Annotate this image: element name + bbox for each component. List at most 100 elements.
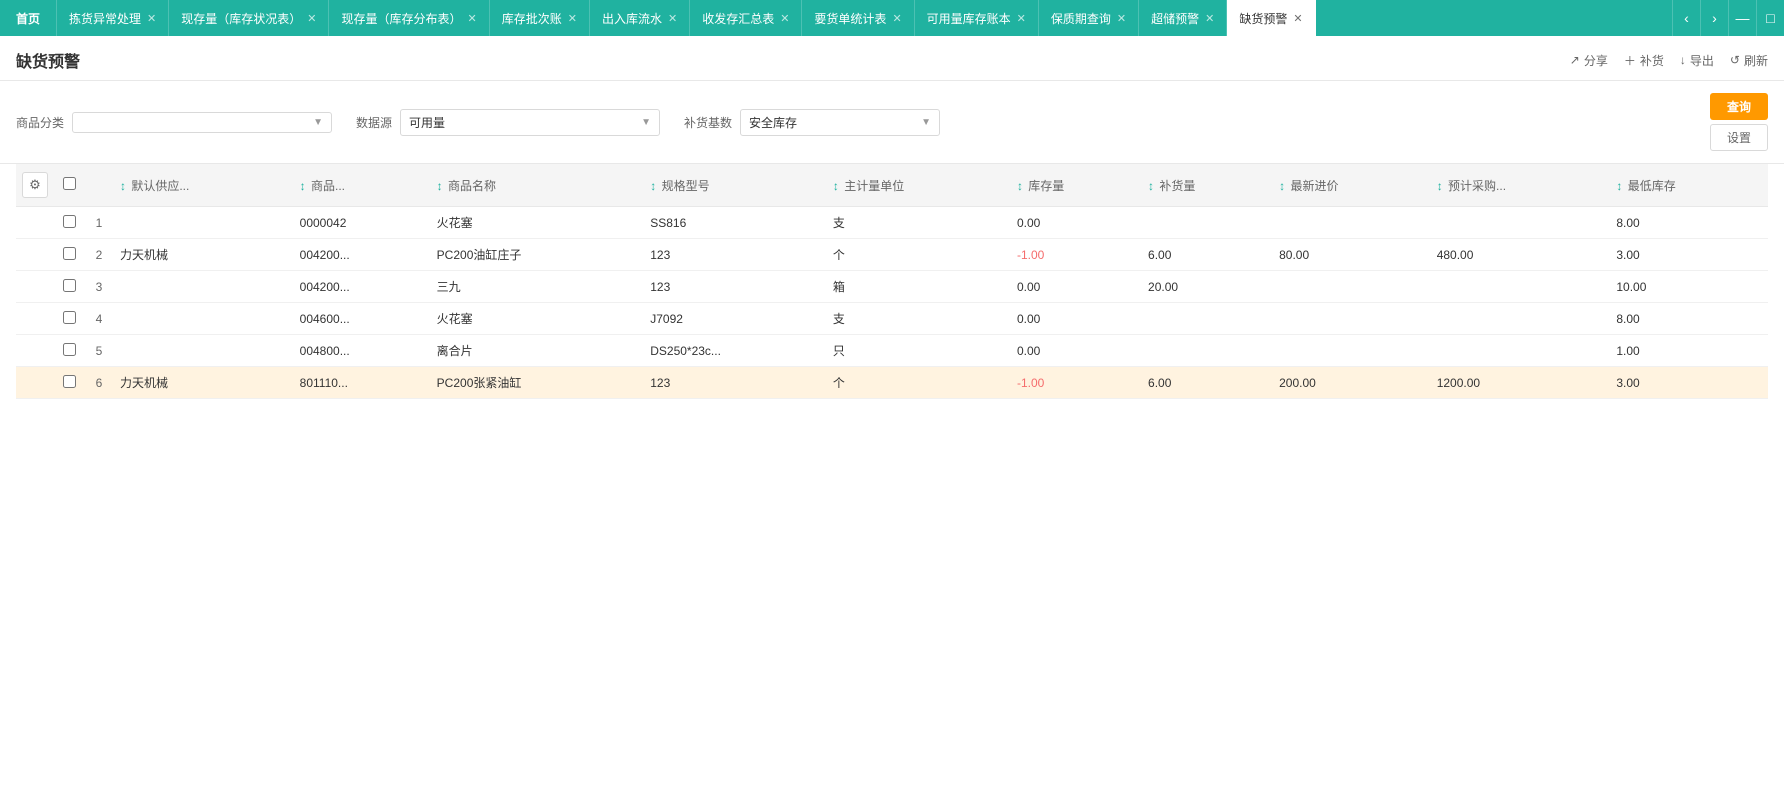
row-min-stock: 8.00: [1610, 303, 1768, 335]
export-button[interactable]: ↓ 导出: [1680, 52, 1714, 69]
row-spec: 123: [644, 367, 827, 399]
maximize-button[interactable]: □: [1756, 0, 1784, 36]
tab-label: 现存量（库存分布表）: [341, 10, 461, 27]
row-stock-qty: 0.00: [1011, 271, 1142, 303]
row-checkbox-cell: [54, 271, 84, 303]
tab-label: 库存批次账: [502, 10, 562, 27]
share-icon: ↗: [1570, 53, 1580, 67]
tab-stock-dist[interactable]: 现存量（库存分布表） ✕: [329, 0, 489, 36]
table-header-row: ⚙ ↕ 默认供应... ↕ 商品... ↕: [16, 164, 1768, 207]
tab-stock-status[interactable]: 现存量（库存状况表） ✕: [169, 0, 329, 36]
close-icon[interactable]: ✕: [1205, 12, 1214, 25]
row-stock-qty: 0.00: [1011, 335, 1142, 367]
row-default-supplier: [114, 271, 294, 303]
sort-icon: ↕: [120, 179, 126, 193]
row-estimated-purchase: 480.00: [1431, 239, 1611, 271]
close-icon[interactable]: ✕: [1017, 12, 1026, 25]
row-checkbox-cell: [54, 335, 84, 367]
data-table: ⚙ ↕ 默认供应... ↕ 商品... ↕: [16, 164, 1768, 399]
tab-available-ledger[interactable]: 可用量库存账本 ✕: [915, 0, 1039, 36]
tab-label: 出入库流水: [602, 10, 662, 27]
main-content: 缺货预警 ↗ 分享 ＋ 补货 ↓ 导出 ↺ 刷新 商品分类: [0, 36, 1784, 796]
row-settings-cell: [16, 239, 54, 271]
row-replenish-qty: 6.00: [1142, 239, 1273, 271]
row-default-supplier: 力天机械: [114, 239, 294, 271]
tab-batch-account[interactable]: 库存批次账 ✕: [490, 0, 590, 36]
select-all-checkbox[interactable]: [63, 177, 76, 190]
th-product-code: ↕ 商品...: [294, 164, 431, 207]
sort-icon: ↕: [1616, 179, 1622, 193]
row-latest-price: [1273, 303, 1431, 335]
row-min-stock: 3.00: [1610, 367, 1768, 399]
row-unit: 箱: [827, 271, 1011, 303]
category-select[interactable]: ▼: [72, 112, 332, 133]
row-checkbox-cell: [54, 239, 84, 271]
row-spec: SS816: [644, 207, 827, 239]
row-default-supplier: [114, 335, 294, 367]
settings-button[interactable]: 设置: [1710, 124, 1768, 151]
close-icon[interactable]: ✕: [1293, 12, 1302, 25]
tab-recv-summary[interactable]: 收发存汇总表 ✕: [690, 0, 802, 36]
tab-label: 缺货预警: [1239, 10, 1287, 27]
tab-label: 现存量（库存状况表）: [181, 10, 301, 27]
row-checkbox[interactable]: [63, 215, 76, 228]
row-estimated-purchase: [1431, 207, 1611, 239]
row-checkbox[interactable]: [63, 279, 76, 292]
close-icon[interactable]: ✕: [468, 12, 477, 25]
share-button[interactable]: ↗ 分享: [1570, 52, 1608, 69]
close-icon[interactable]: ✕: [568, 12, 577, 25]
sort-icon: ↕: [1148, 179, 1154, 193]
page-header: 缺货预警 ↗ 分享 ＋ 补货 ↓ 导出 ↺ 刷新: [0, 36, 1784, 81]
datasource-select[interactable]: 可用量 ▼: [400, 109, 660, 136]
tab-in-out-flow[interactable]: 出入库流水 ✕: [590, 0, 690, 36]
row-checkbox[interactable]: [63, 311, 76, 324]
datasource-label: 数据源: [356, 114, 392, 131]
row-default-supplier: [114, 207, 294, 239]
filter-actions: 查询 设置: [1710, 93, 1768, 151]
tab-bar: 首页 拣货异常处理 ✕ 现存量（库存状况表） ✕ 现存量（库存分布表） ✕ 库存…: [0, 0, 1784, 36]
tab-prev-button[interactable]: ‹: [1672, 0, 1700, 36]
tab-home[interactable]: 首页: [0, 0, 57, 36]
row-spec: DS250*23c...: [644, 335, 827, 367]
th-num: [84, 164, 114, 207]
replenish-button[interactable]: ＋ 补货: [1624, 52, 1664, 69]
row-estimated-purchase: [1431, 303, 1611, 335]
close-icon[interactable]: ✕: [1117, 12, 1126, 25]
replenish-base-filter-group: 补货基数 安全库存 ▼: [684, 109, 940, 136]
row-num: 6: [84, 367, 114, 399]
close-icon[interactable]: ✕: [892, 12, 901, 25]
close-icon[interactable]: ✕: [307, 12, 316, 25]
close-icon[interactable]: ✕: [780, 12, 789, 25]
refresh-button[interactable]: ↺ 刷新: [1730, 52, 1768, 69]
query-button[interactable]: 查询: [1710, 93, 1768, 120]
row-latest-price: [1273, 207, 1431, 239]
sort-icon: ↕: [1437, 179, 1443, 193]
row-checkbox[interactable]: [63, 343, 76, 356]
row-product-code: 0000042: [294, 207, 431, 239]
replenish-base-select[interactable]: 安全库存 ▼: [740, 109, 940, 136]
tab-expiry-query[interactable]: 保质期查询 ✕: [1039, 0, 1139, 36]
sort-icon: ↕: [1279, 179, 1285, 193]
row-checkbox[interactable]: [63, 375, 76, 388]
column-settings-button[interactable]: ⚙: [22, 172, 48, 198]
row-checkbox[interactable]: [63, 247, 76, 260]
table-row: 3 004200... 三九 123 箱 0.00 20.00 10.00: [16, 271, 1768, 303]
minimize-button[interactable]: —: [1728, 0, 1756, 36]
replenish-base-value: 安全库存: [749, 114, 797, 131]
th-estimated-purchase: ↕ 预计采购...: [1431, 164, 1611, 207]
tab-next-button[interactable]: ›: [1700, 0, 1728, 36]
row-product-code: 801110...: [294, 367, 431, 399]
tab-order-stats[interactable]: 要货单统计表 ✕: [802, 0, 914, 36]
tab-shortage[interactable]: 缺货预警 ✕: [1227, 0, 1315, 36]
row-settings-cell: [16, 207, 54, 239]
table-row: 6 力天机械 801110... PC200张紧油缸 123 个 -1.00 6…: [16, 367, 1768, 399]
close-icon[interactable]: ✕: [668, 12, 677, 25]
row-latest-price: 200.00: [1273, 367, 1431, 399]
close-icon[interactable]: ✕: [147, 12, 156, 25]
row-stock-qty: 0.00: [1011, 303, 1142, 335]
tab-defect-handling[interactable]: 拣货异常处理 ✕: [57, 0, 169, 36]
th-unit: ↕ 主计量单位: [827, 164, 1011, 207]
tab-label: 拣货异常处理: [69, 10, 141, 27]
table-row: 5 004800... 离合片 DS250*23c... 只 0.00 1.00: [16, 335, 1768, 367]
tab-overstock[interactable]: 超储预警 ✕: [1139, 0, 1227, 36]
